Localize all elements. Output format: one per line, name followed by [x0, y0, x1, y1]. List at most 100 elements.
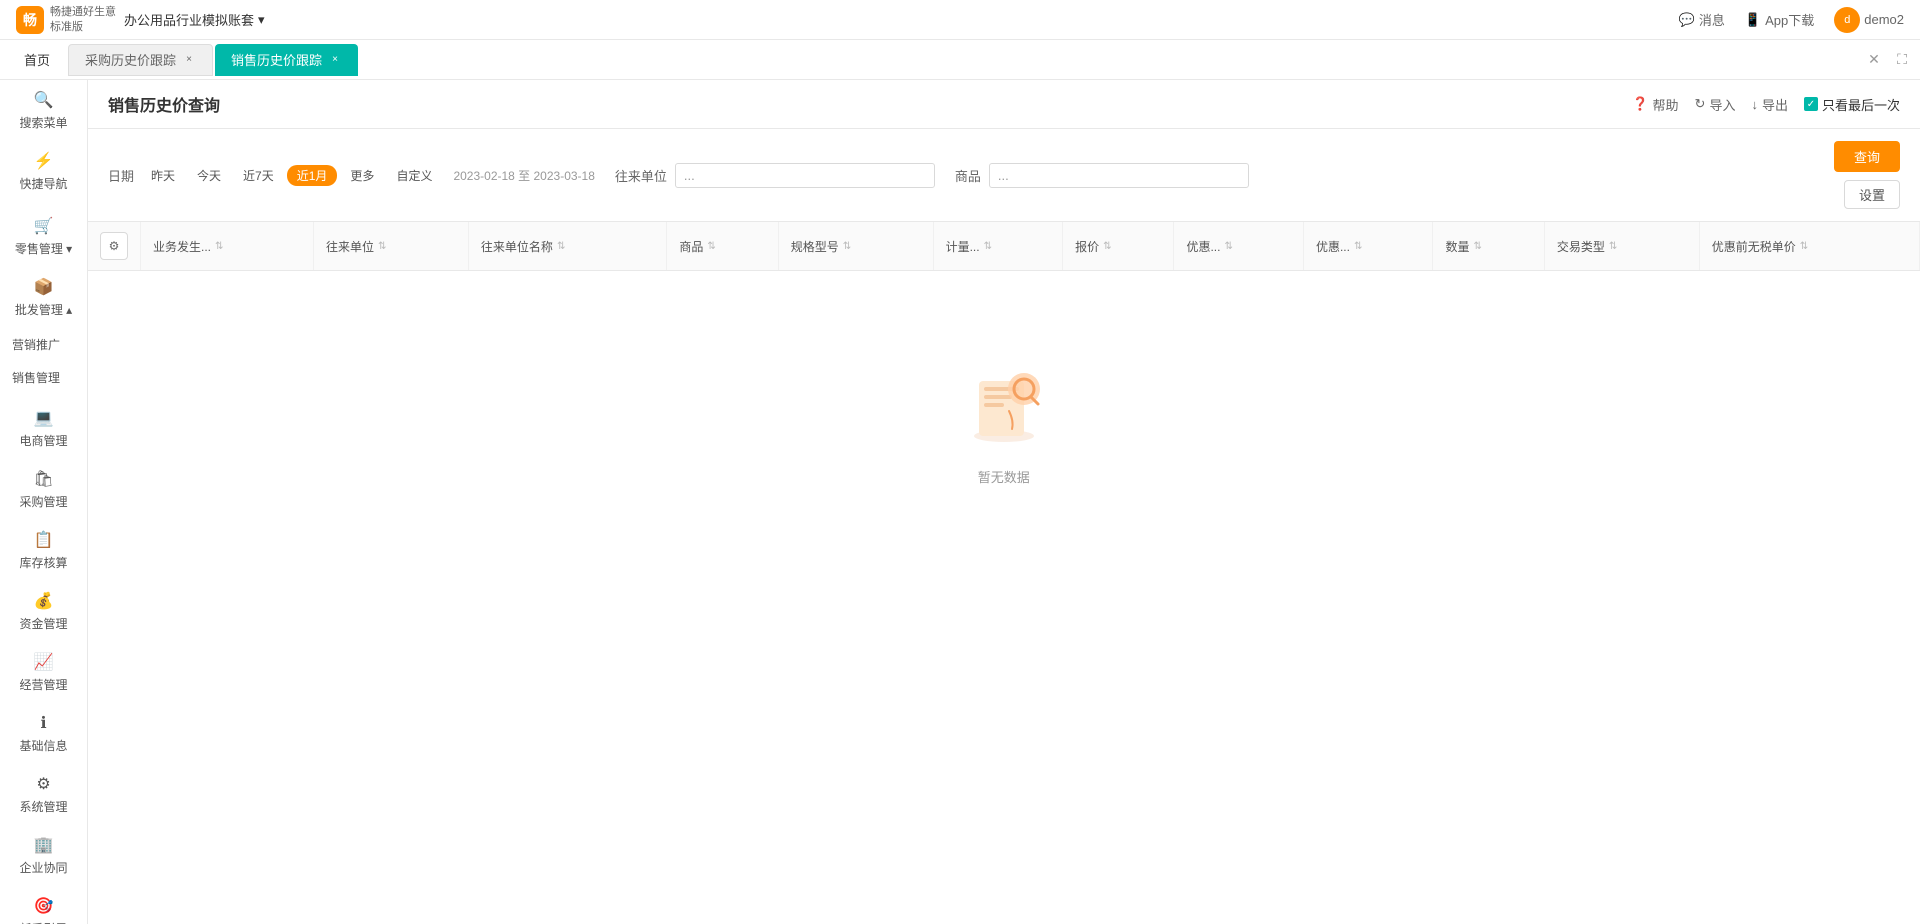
- sort-spec[interactable]: 规格型号 ⇅: [791, 238, 921, 255]
- date-btn-yesterday[interactable]: 昨天: [142, 164, 184, 187]
- sort-icon-unit: ⇅: [984, 241, 992, 252]
- sidebar-item-quick-nav[interactable]: ⚡ 快捷导航: [0, 141, 87, 202]
- th-pre-tax-price: 优惠前无税单价 ⇅: [1699, 222, 1919, 271]
- table-header: ⚙ 业务发生... ⇅ 往来单位 ⇅: [88, 222, 1920, 271]
- export-button[interactable]: ↓ 导出: [1751, 95, 1788, 114]
- filter-bar: 日期 昨天 今天 近7天 近1月 更多 自定义 2023-02-18 至 202…: [88, 129, 1920, 222]
- product-filter-field: 商品 ...: [955, 163, 1249, 188]
- sidebar-item-ecom-mgmt[interactable]: 💻 电商管理: [0, 398, 87, 459]
- column-settings-button[interactable]: ⚙: [100, 232, 128, 260]
- import-icon: ↻: [1695, 96, 1706, 112]
- only-last-checkbox-label[interactable]: 只看最后一次: [1804, 95, 1900, 114]
- partner-filter-field: 往来单位 ...: [615, 163, 935, 188]
- sort-partner-name[interactable]: 往来单位名称 ⇅: [481, 238, 654, 255]
- wholesale-icon: 📦: [34, 277, 54, 297]
- date-btn-today[interactable]: 今天: [188, 164, 230, 187]
- date-btn-last7days[interactable]: 近7天: [234, 164, 283, 187]
- sort-discount2[interactable]: 优惠... ⇅: [1316, 238, 1421, 255]
- th-product: 商品 ⇅: [667, 222, 778, 271]
- tab-home[interactable]: 首页: [8, 44, 66, 76]
- sort-quote-price[interactable]: 报价 ⇅: [1075, 238, 1161, 255]
- sort-icon-quote-price: ⇅: [1103, 241, 1111, 252]
- page-title: 销售历史价查询: [108, 92, 220, 116]
- sort-icon-pre-tax-price: ⇅: [1800, 241, 1808, 252]
- date-btn-custom[interactable]: 自定义: [387, 164, 441, 187]
- close-all-tabs-button[interactable]: ✕: [1864, 50, 1884, 70]
- sidebar-item-sales-mgmt[interactable]: 销售管理: [0, 361, 87, 394]
- sidebar-item-guide[interactable]: 🎯 新手引导: [0, 886, 87, 924]
- th-discount2: 优惠... ⇅: [1303, 222, 1433, 271]
- search-icon: 🔍: [34, 90, 54, 110]
- query-button[interactable]: 查询: [1834, 141, 1900, 172]
- sort-product[interactable]: 商品 ⇅: [679, 238, 765, 255]
- import-button[interactable]: ↻ 导入: [1695, 95, 1736, 114]
- tab-sales-history[interactable]: 销售历史价跟踪 ×: [215, 44, 358, 76]
- tab-bar-actions: ✕ ⛶: [1864, 50, 1912, 70]
- tab-home-label: 首页: [24, 50, 50, 69]
- operations-icon: 📈: [34, 652, 54, 672]
- sidebar-item-search-menu[interactable]: 🔍 搜索菜单: [0, 80, 87, 141]
- tab-purchase-history[interactable]: 采购历史价跟踪 ×: [68, 44, 213, 76]
- sort-trade-type[interactable]: 交易类型 ⇅: [1557, 238, 1687, 255]
- sidebar-item-marketing[interactable]: 营销推广: [0, 328, 87, 361]
- tab-sales-history-close[interactable]: ×: [328, 53, 342, 67]
- sort-biz-date[interactable]: 业务发生... ⇅: [153, 238, 301, 255]
- retail-icon: 🛒: [34, 216, 54, 236]
- sidebar-item-retail-mgmt[interactable]: 🛒 零售管理 ▾: [0, 206, 87, 267]
- sidebar-item-finance[interactable]: 💰 资金管理: [0, 581, 87, 642]
- product-input[interactable]: ...: [989, 163, 1249, 188]
- date-btn-last1month[interactable]: 近1月: [287, 165, 338, 186]
- partner-input[interactable]: ...: [675, 163, 935, 188]
- th-trade-type: 交易类型 ⇅: [1544, 222, 1699, 271]
- sort-unit[interactable]: 计量... ⇅: [946, 238, 1051, 255]
- sidebar-item-sys-mgmt[interactable]: ⚙ 系统管理: [0, 764, 87, 825]
- help-icon: ❓: [1632, 96, 1648, 112]
- date-range-display: 2023-02-18 至 2023-03-18: [453, 167, 594, 184]
- message-button[interactable]: 💬 消息: [1679, 10, 1725, 29]
- finance-icon: 💰: [34, 591, 54, 611]
- sidebar-item-wholesale-mgmt[interactable]: 📦 批发管理 ▴: [0, 267, 87, 328]
- sidebar-item-operations[interactable]: 📈 经营管理: [0, 642, 87, 703]
- date-filter-group: 日期 昨天 今天 近7天 近1月 更多 自定义 2023-02-18 至 202…: [108, 164, 595, 187]
- page-actions: ❓ 帮助 ↻ 导入 ↓ 导出 只看最后一次: [1632, 95, 1900, 114]
- user-menu[interactable]: d demo2: [1834, 7, 1904, 33]
- sidebar-item-enterprise[interactable]: 🏢 企业协同: [0, 825, 87, 886]
- empty-icon: [954, 351, 1054, 451]
- th-partner-name: 往来单位名称 ⇅: [468, 222, 666, 271]
- date-btn-more[interactable]: 更多: [341, 164, 383, 187]
- app-download-button[interactable]: 📱 App下载: [1745, 10, 1814, 29]
- message-icon: 💬: [1679, 12, 1695, 28]
- product-label: 商品: [955, 166, 981, 185]
- purchase-icon: 🛍: [33, 469, 53, 489]
- empty-state: 暂无数据: [88, 271, 1920, 566]
- th-unit: 计量... ⇅: [933, 222, 1063, 271]
- sort-icon-biz-date: ⇅: [215, 241, 223, 252]
- avatar: d: [1834, 7, 1860, 33]
- sort-pre-tax-price[interactable]: 优惠前无税单价 ⇅: [1712, 238, 1907, 255]
- tab-purchase-history-close[interactable]: ×: [182, 53, 196, 67]
- fullscreen-button[interactable]: ⛶: [1892, 50, 1912, 70]
- data-table: ⚙ 业务发生... ⇅ 往来单位 ⇅: [88, 222, 1920, 566]
- date-buttons: 昨天 今天 近7天 近1月 更多 自定义: [142, 164, 441, 187]
- sidebar-item-basic-info[interactable]: ℹ 基础信息: [0, 703, 87, 764]
- filter-row: 日期 昨天 今天 近7天 近1月 更多 自定义 2023-02-18 至 202…: [108, 141, 1900, 209]
- help-button[interactable]: ❓ 帮助: [1632, 95, 1678, 114]
- app-selector[interactable]: 办公用品行业模拟账套 ▾: [124, 10, 265, 29]
- sort-quantity[interactable]: 数量 ⇅: [1445, 238, 1531, 255]
- enterprise-icon: 🏢: [34, 835, 54, 855]
- download-icon: 📱: [1745, 12, 1761, 28]
- sort-discount1[interactable]: 优惠... ⇅: [1186, 238, 1291, 255]
- logo-icon: 畅: [16, 6, 44, 34]
- sidebar-item-inventory[interactable]: 📋 库存核算: [0, 520, 87, 581]
- sidebar-item-purchase-mgmt[interactable]: 🛍 采购管理: [0, 459, 87, 520]
- ecom-icon: 💻: [34, 408, 54, 428]
- table-header-row: ⚙ 业务发生... ⇅ 往来单位 ⇅: [88, 222, 1920, 271]
- logo-text: 畅捷通好生意 标准版: [50, 5, 116, 34]
- settings-button[interactable]: 设置: [1844, 180, 1900, 209]
- sort-partner-code[interactable]: 往来单位 ⇅: [326, 238, 456, 255]
- th-quote-price: 报价 ⇅: [1063, 222, 1174, 271]
- logo-area: 畅 畅捷通好生意 标准版: [16, 5, 116, 34]
- date-label: 日期: [108, 166, 134, 185]
- export-icon: ↓: [1751, 97, 1758, 112]
- only-last-checkbox[interactable]: [1804, 97, 1818, 111]
